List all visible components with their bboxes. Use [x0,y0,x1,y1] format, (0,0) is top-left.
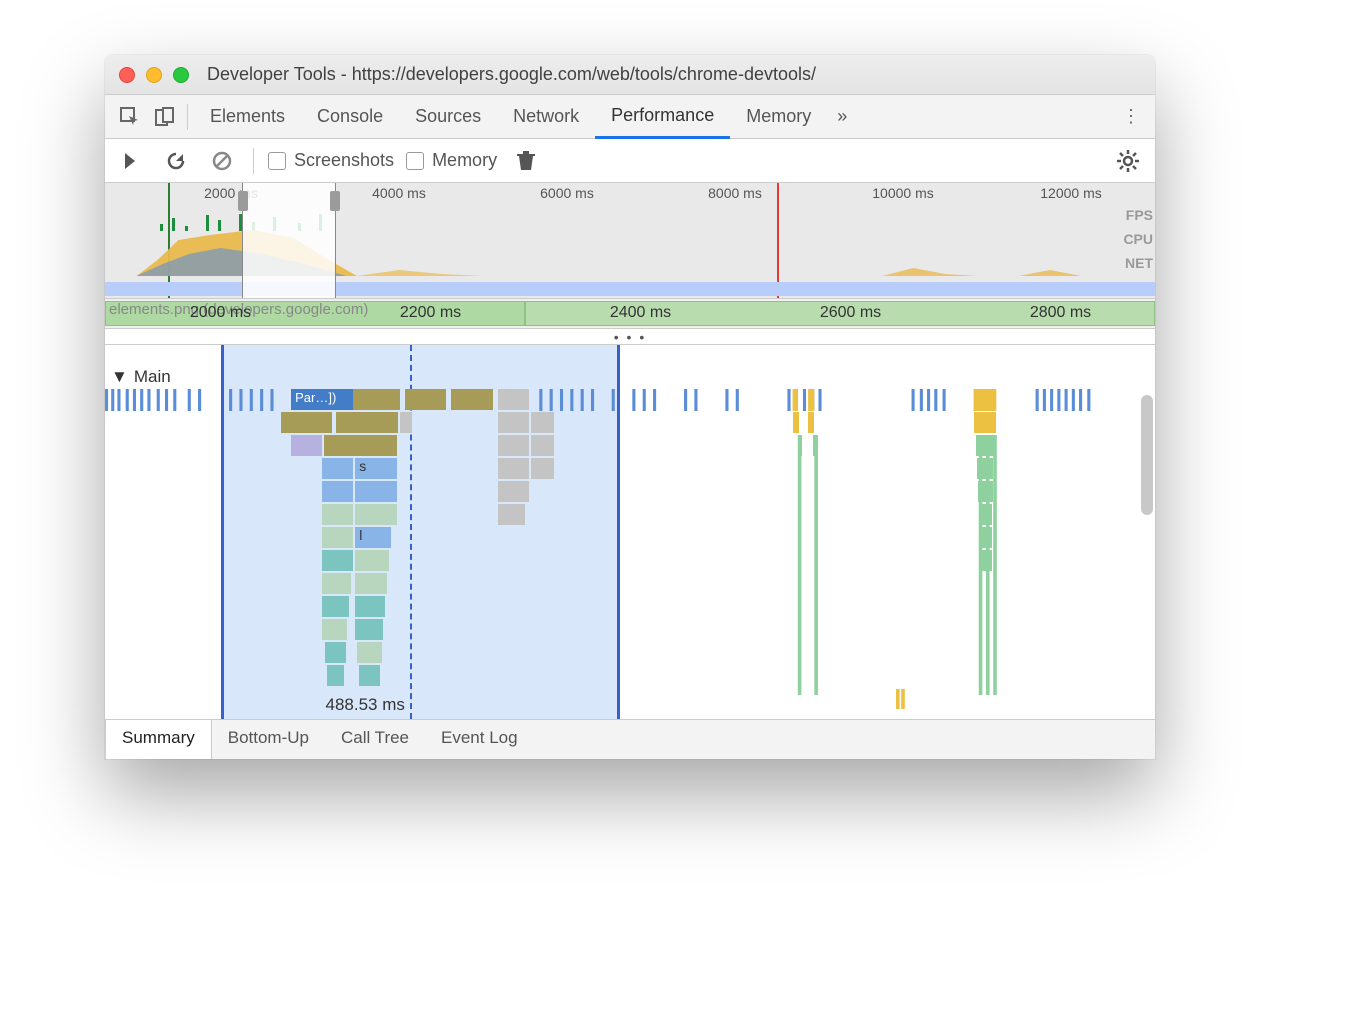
clear-button[interactable] [205,144,239,178]
tabs-overflow-icon[interactable]: » [827,106,857,127]
thread-label: Main [134,367,171,387]
trash-icon[interactable] [509,144,543,178]
memory-checkbox[interactable]: Memory [406,150,497,171]
thread-header[interactable]: ▼ Main [111,367,171,387]
screenshots-label: Screenshots [294,150,394,171]
tick: 4000 ms [372,185,426,201]
tick: 2000 ms [190,304,251,322]
devtools-window: Developer Tools - https://developers.goo… [105,55,1155,759]
record-button[interactable] [113,144,147,178]
scrollbar-thumb[interactable] [1141,395,1153,515]
flame-chart[interactable]: ▼ Main 488.53 ms Par…]) [105,345,1155,719]
checkbox-icon [268,152,286,170]
tab-sources[interactable]: Sources [399,95,497,139]
checkbox-icon [406,152,424,170]
tick: 8000 ms [708,185,762,201]
tab-event-log[interactable]: Event Log [425,720,534,759]
details-tabbar: Summary Bottom-Up Call Tree Event Log [105,719,1155,759]
tab-memory[interactable]: Memory [730,95,827,139]
tab-bottom-up[interactable]: Bottom-Up [212,720,325,759]
tick: 2200 ms [400,304,461,322]
selection-handle-left[interactable] [238,191,248,211]
titlebar: Developer Tools - https://developers.goo… [105,55,1155,95]
selection-handle-right[interactable] [330,191,340,211]
settings-gear-icon[interactable] [1113,144,1147,178]
window-controls [119,67,189,83]
inspect-element-icon[interactable] [113,100,147,134]
tab-summary[interactable]: Summary [105,719,212,759]
performance-toolbar: Screenshots Memory [105,139,1155,183]
tick: 10000 ms [872,185,933,201]
tab-call-tree[interactable]: Call Tree [325,720,425,759]
detail-ruler[interactable]: elements.png (developers.google.com) 200… [105,299,1155,329]
disclosure-triangle-icon: ▼ [111,367,128,387]
fps-label: FPS [1123,207,1153,223]
minimize-window-button[interactable] [146,67,162,83]
overview-selection[interactable] [242,183,337,298]
overview-timeline[interactable]: 2000 ms 4000 ms 6000 ms 8000 ms 10000 ms… [105,183,1155,299]
tab-console[interactable]: Console [301,95,399,139]
collapsed-section[interactable]: • • • [105,329,1155,345]
devtools-tabbar: Elements Console Sources Network Perform… [105,95,1155,139]
tick: 12000 ms [1040,185,1101,201]
separator [253,148,254,174]
tick: 2600 ms [820,304,881,322]
tab-performance[interactable]: Performance [595,95,730,139]
window-title: Developer Tools - https://developers.goo… [207,64,816,85]
device-toolbar-icon[interactable] [147,100,181,134]
screenshots-checkbox[interactable]: Screenshots [268,150,394,171]
tick: 2800 ms [1030,304,1091,322]
tick: 6000 ms [540,185,594,201]
tab-network[interactable]: Network [497,95,595,139]
devtools-menu-icon[interactable]: ⋮ [1114,106,1147,127]
close-window-button[interactable] [119,67,135,83]
zoom-window-button[interactable] [173,67,189,83]
tab-elements[interactable]: Elements [194,95,301,139]
tick: 2400 ms [610,304,671,322]
separator [187,104,188,130]
reload-record-button[interactable] [159,144,193,178]
flame-rows: Par…]) [105,389,1139,719]
memory-label: Memory [432,150,497,171]
